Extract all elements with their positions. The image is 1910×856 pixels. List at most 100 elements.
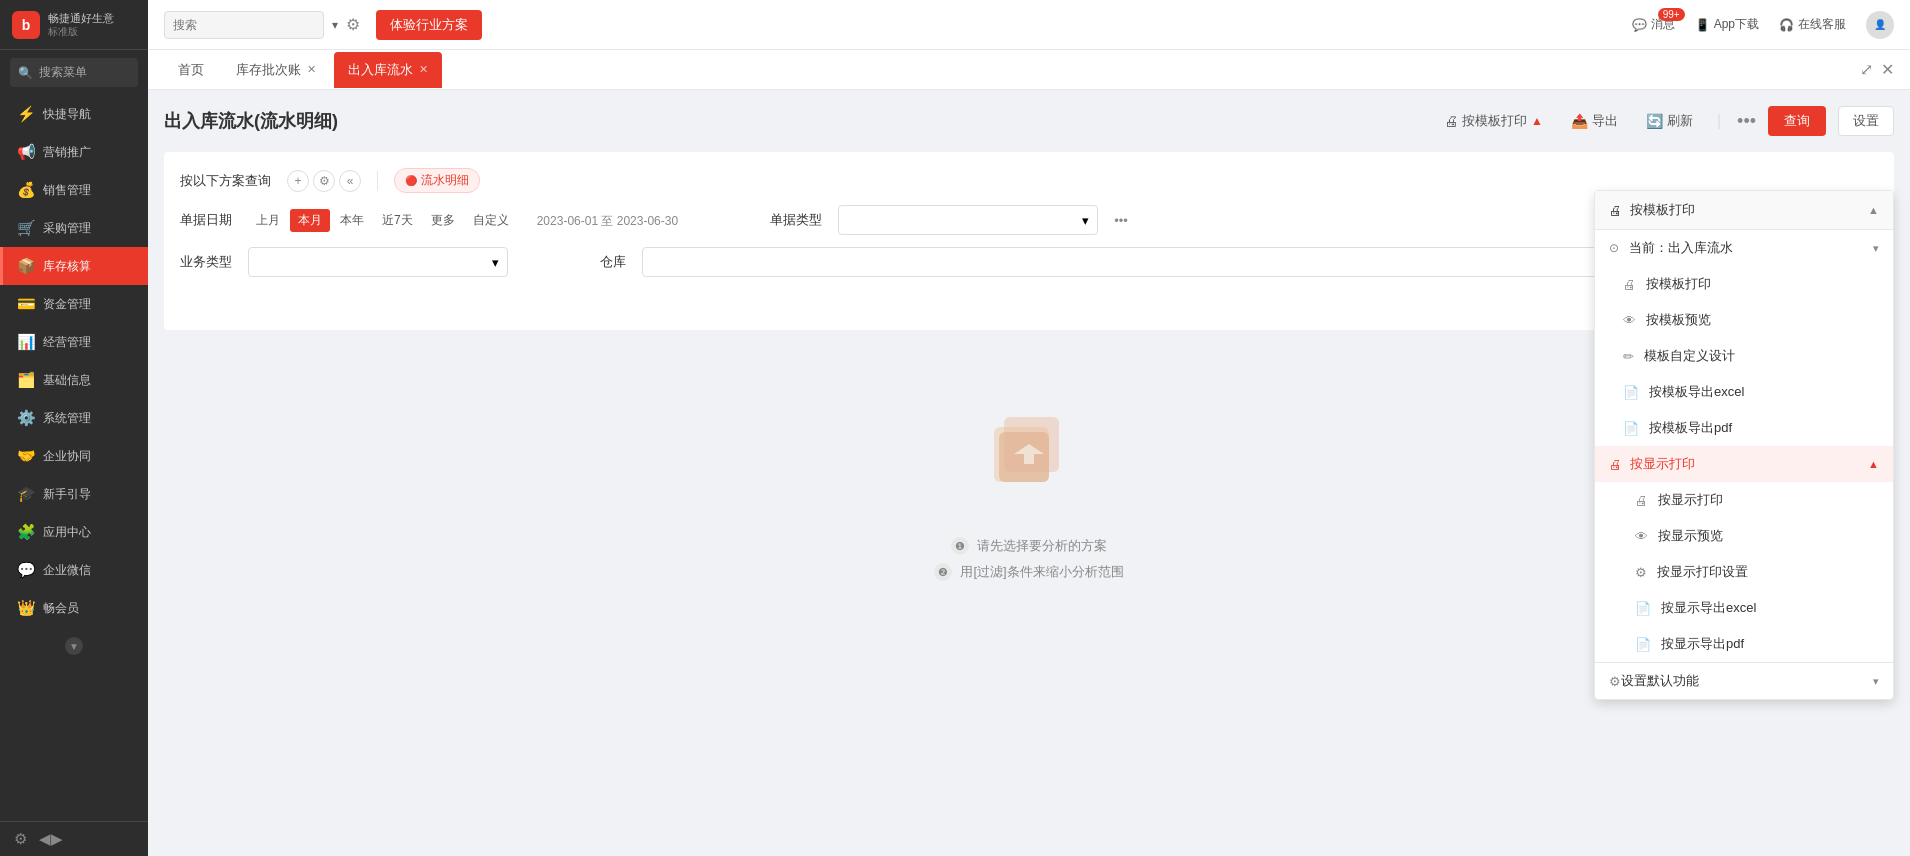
date-tab-last-7[interactable]: 近7天 bbox=[374, 209, 421, 232]
sidebar-item-finance[interactable]: 💳 资金管理 bbox=[0, 285, 148, 323]
sidebar-item-purchase[interactable]: 🛒 采购管理 bbox=[0, 209, 148, 247]
sidebar-item-system[interactable]: ⚙️ 系统管理 bbox=[0, 399, 148, 437]
toolbar-divider: | bbox=[1717, 112, 1721, 130]
current-template-icon: ⊙ bbox=[1609, 241, 1619, 255]
business-type-select[interactable]: ▾ bbox=[248, 247, 508, 277]
print-label: 按模板打印 bbox=[1462, 112, 1527, 130]
sidebar-scroll-down[interactable]: ▼ bbox=[65, 637, 83, 655]
display-section-header[interactable]: 🖨 按显示打印 ▲ bbox=[1595, 446, 1893, 482]
tab-flow-close[interactable]: ✕ bbox=[419, 63, 428, 76]
date-tab-this-month[interactable]: 本月 bbox=[290, 209, 330, 232]
date-tab-last-month[interactable]: 上月 bbox=[248, 209, 288, 232]
printer-header-icon: 🖨 bbox=[1609, 203, 1622, 218]
date-tab-this-year[interactable]: 本年 bbox=[332, 209, 372, 232]
dropdown-item-display-preview[interactable]: 👁 按显示预览 bbox=[1595, 518, 1893, 554]
print-button[interactable]: 🖨 按模板打印 ▲ bbox=[1436, 108, 1551, 134]
dropdown-header-label: 按模板打印 bbox=[1630, 201, 1695, 219]
sidebar-collapse-icon[interactable]: ◀▶ bbox=[39, 830, 63, 848]
date-tab-custom[interactable]: 自定义 bbox=[465, 209, 517, 232]
more-options-icon[interactable]: ••• bbox=[1737, 111, 1756, 132]
dropdown-item-template-preview[interactable]: 👁 按模板预览 bbox=[1595, 302, 1893, 338]
industry-solution-button[interactable]: 体验行业方案 bbox=[376, 10, 482, 40]
sidebar: b 畅捷通好生意 标准版 🔍 搜索菜单 ⚡ 快捷导航 📢 营销推广 bbox=[0, 0, 148, 856]
sidebar-item-marketing[interactable]: 📢 营销推广 bbox=[0, 133, 148, 171]
dropdown-item-display-excel[interactable]: 📄 按显示导出excel bbox=[1595, 590, 1893, 626]
sidebar-item-vip[interactable]: 👑 畅会员 bbox=[0, 589, 148, 627]
sidebar-item-guide[interactable]: 🎓 新手引导 bbox=[0, 475, 148, 513]
tab-home-label: 首页 bbox=[178, 61, 204, 79]
enterprise-icon: 🤝 bbox=[17, 447, 35, 465]
tab-home[interactable]: 首页 bbox=[164, 52, 218, 88]
dropdown-item-display-print[interactable]: 🖨 按显示打印 bbox=[1595, 482, 1893, 518]
avatar[interactable]: 👤 bbox=[1866, 11, 1894, 39]
settings-button[interactable]: 设置 bbox=[1838, 106, 1894, 136]
empty-step-2-text: 用[过滤]条件来缩小分析范围 bbox=[960, 563, 1123, 581]
sidebar-item-wechat[interactable]: 💬 企业微信 bbox=[0, 551, 148, 589]
date-tab-more[interactable]: 更多 bbox=[423, 209, 463, 232]
doc-type-select[interactable]: ▾ bbox=[838, 205, 1098, 235]
filter-settings-button[interactable]: ⚙ bbox=[313, 170, 335, 192]
print-dropdown-menu: 🖨 按模板打印 ▲ ⊙ 当前：出入库流水 ▾ 🖨 按模板打印 � bbox=[1594, 190, 1894, 700]
finance-icon: 💳 bbox=[17, 295, 35, 313]
message-button[interactable]: 💬 消息 99+ bbox=[1632, 16, 1675, 33]
chevron-down-icon: ▾ bbox=[332, 18, 338, 32]
header-search-input[interactable] bbox=[164, 11, 324, 39]
sidebar-item-operation[interactable]: 📊 经营管理 bbox=[0, 323, 148, 361]
guide-icon: 🎓 bbox=[17, 485, 35, 503]
dropdown-item-template-custom[interactable]: ✏ 模板自定义设计 bbox=[1595, 338, 1893, 374]
sidebar-item-appstore[interactable]: 🧩 应用中心 bbox=[0, 513, 148, 551]
header-dropdown-button[interactable]: ▾ bbox=[332, 18, 338, 32]
sidebar-item-enterprise[interactable]: 🤝 企业协同 bbox=[0, 437, 148, 475]
display-excel-label: 按显示导出excel bbox=[1661, 599, 1756, 617]
refresh-button[interactable]: 🔄 刷新 bbox=[1638, 108, 1701, 134]
online-service-button[interactable]: 🎧 在线客服 bbox=[1779, 16, 1846, 33]
header-gear-icon[interactable]: ⚙ bbox=[346, 15, 360, 34]
tab-batch-account-label: 库存批次账 bbox=[236, 61, 301, 79]
sidebar-item-label: 新手引导 bbox=[43, 486, 91, 503]
dropdown-item-template-pdf[interactable]: 📄 按模板导出pdf bbox=[1595, 410, 1893, 446]
page-title-row: 出入库流水(流水明细) 🖨 按模板打印 ▲ 📤 导出 🔄 刷新 bbox=[164, 106, 1894, 136]
template-pdf-icon: 📄 bbox=[1623, 421, 1639, 436]
sidebar-item-basic[interactable]: 🗂️ 基础信息 bbox=[0, 361, 148, 399]
main-content: ▾ ⚙ 体验行业方案 💬 消息 99+ 📱 App下载 🎧 在线客服 bbox=[148, 0, 1910, 856]
add-filter-button[interactable]: + bbox=[287, 170, 309, 192]
dropdown-current-item[interactable]: ⊙ 当前：出入库流水 ▾ bbox=[1595, 230, 1893, 266]
close-window-icon[interactable]: ✕ bbox=[1881, 60, 1894, 79]
sidebar-item-quick-nav[interactable]: ⚡ 快捷导航 bbox=[0, 95, 148, 133]
dropdown-header: 🖨 按模板打印 ▲ bbox=[1595, 191, 1893, 230]
app-download-button[interactable]: 📱 App下载 bbox=[1695, 16, 1759, 33]
search-menu-button[interactable]: 🔍 搜索菜单 bbox=[10, 58, 138, 87]
tab-flow[interactable]: 出入库流水 ✕ bbox=[334, 52, 442, 88]
sidebar-item-sales[interactable]: 💰 销售管理 bbox=[0, 171, 148, 209]
sidebar-item-label: 快捷导航 bbox=[43, 106, 91, 123]
maximize-icon[interactable]: ⤢ bbox=[1860, 60, 1873, 79]
filter-tag-icon: 🔴 bbox=[405, 175, 417, 186]
tab-flow-label: 出入库流水 bbox=[348, 61, 413, 79]
dropdown-item-display-pdf[interactable]: 📄 按显示导出pdf bbox=[1595, 626, 1893, 662]
dropdown-item-template-print[interactable]: 🖨 按模板打印 bbox=[1595, 266, 1893, 302]
header-search-area: ▾ ⚙ bbox=[164, 11, 360, 39]
appstore-icon: 🧩 bbox=[17, 523, 35, 541]
filter-vertical-divider bbox=[377, 171, 378, 191]
display-settings-icon: ⚙ bbox=[1635, 565, 1647, 580]
export-button[interactable]: 📤 导出 bbox=[1563, 108, 1626, 134]
sidebar-item-label: 应用中心 bbox=[43, 524, 91, 541]
basic-icon: 🗂️ bbox=[17, 371, 35, 389]
doc-type-more-icon[interactable]: ••• bbox=[1114, 213, 1128, 228]
filter-actions: + ⚙ « bbox=[287, 170, 361, 192]
dropdown-item-template-excel[interactable]: 📄 按模板导出excel bbox=[1595, 374, 1893, 410]
filter-collapse-button[interactable]: « bbox=[339, 170, 361, 192]
sidebar-item-inventory[interactable]: 📦 库存核算 bbox=[0, 247, 148, 285]
tab-batch-account[interactable]: 库存批次账 ✕ bbox=[222, 52, 330, 88]
dropdown-footer-item[interactable]: ⚙ 设置默认功能 ▾ bbox=[1595, 662, 1893, 699]
tab-batch-account-close[interactable]: ✕ bbox=[307, 63, 316, 76]
dropdown-header-chevron[interactable]: ▲ bbox=[1868, 204, 1879, 216]
dropdown-item-display-settings[interactable]: ⚙ 按显示打印设置 bbox=[1595, 554, 1893, 590]
page-title: 出入库流水(流水明细) bbox=[164, 109, 338, 133]
filter-tag-label: 流水明细 bbox=[421, 172, 469, 189]
query-button[interactable]: 查询 bbox=[1768, 106, 1826, 136]
active-filter-tag[interactable]: 🔴 流水明细 bbox=[394, 168, 480, 193]
search-menu-label: 搜索菜单 bbox=[39, 64, 87, 81]
inventory-icon: 📦 bbox=[17, 257, 35, 275]
sidebar-settings-icon[interactable]: ⚙ bbox=[14, 830, 27, 848]
